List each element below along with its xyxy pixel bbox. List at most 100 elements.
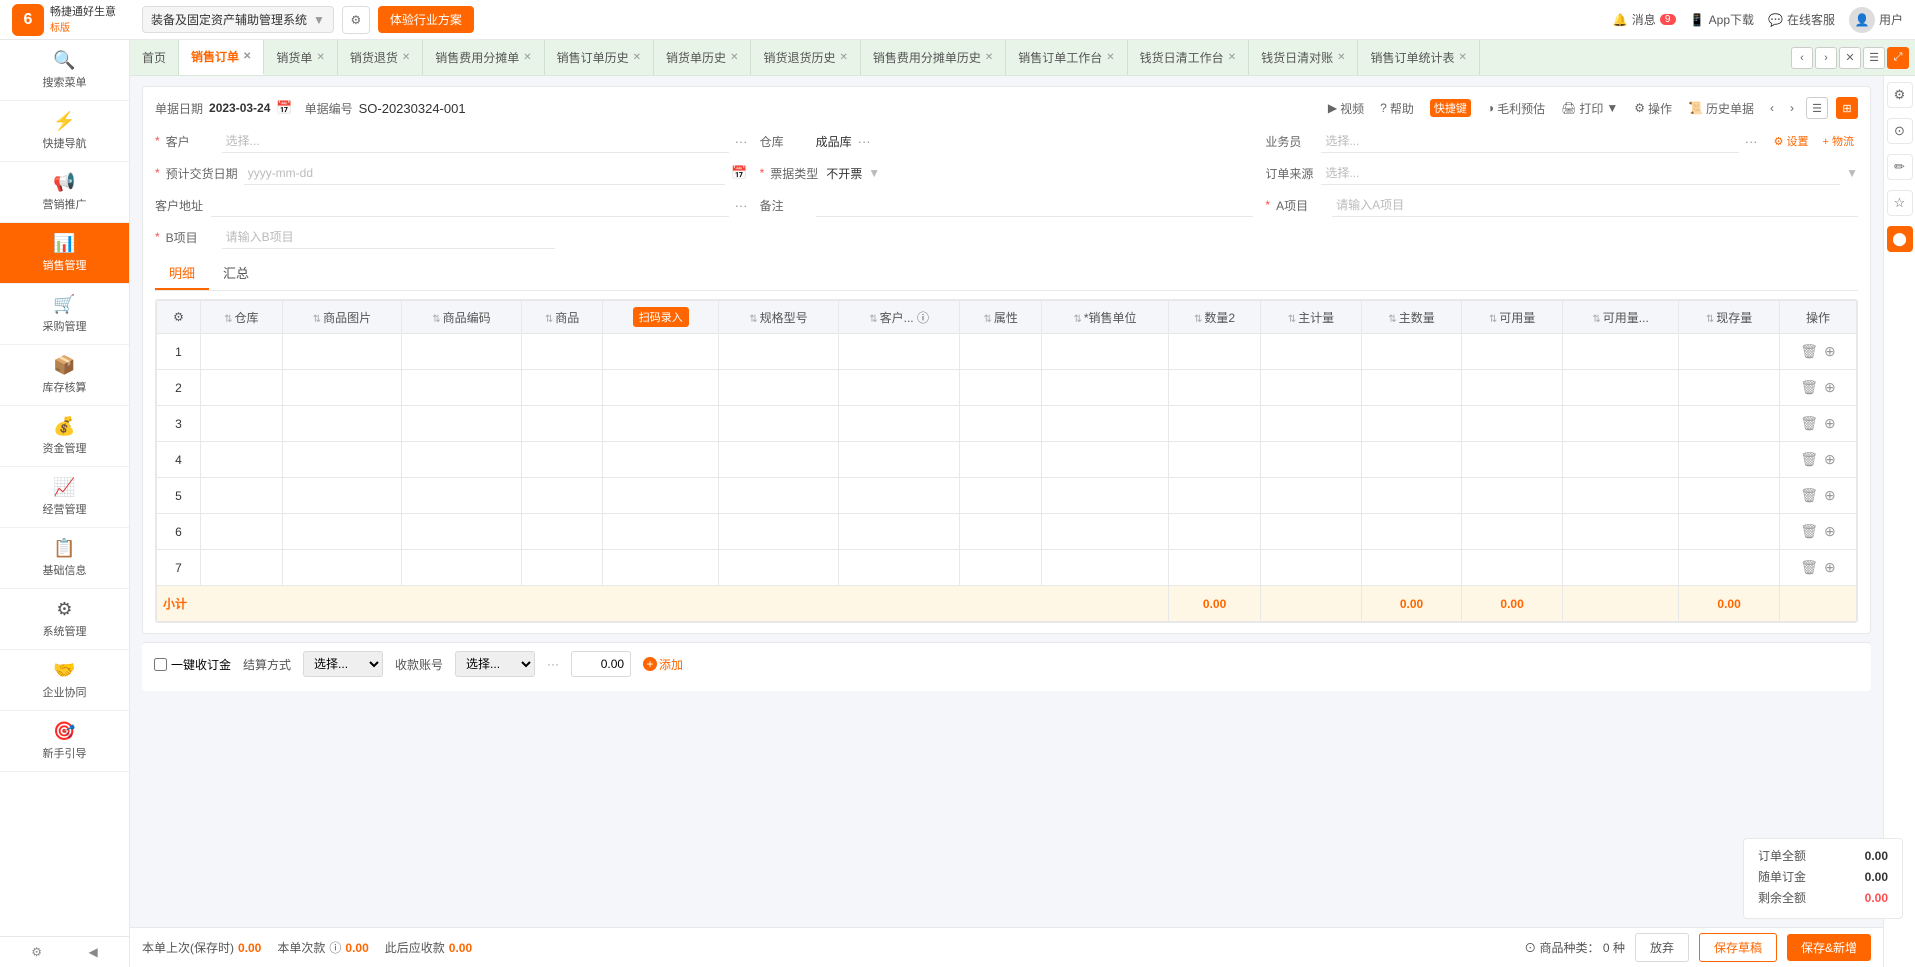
row-2-product[interactable] [521, 370, 603, 406]
sidebar-item-sales[interactable]: 📊 销售管理 [0, 223, 129, 284]
history-button[interactable]: 📜 历史单据 [1684, 98, 1758, 119]
sidebar-collapse-icon[interactable]: ◀ [89, 945, 98, 959]
tab-slip-history[interactable]: 销货单历史 ✕ [654, 40, 751, 75]
row-3-main-qty[interactable] [1361, 406, 1462, 442]
customer-input[interactable] [222, 129, 729, 153]
address-input[interactable] [211, 193, 729, 217]
row-1-code[interactable] [402, 334, 522, 370]
row-3-code[interactable] [402, 406, 522, 442]
tab-stats-close[interactable]: ✕ [1459, 52, 1467, 63]
tab-expense-history-close[interactable]: ✕ [985, 52, 993, 63]
tab-return-close[interactable]: ✕ [402, 52, 410, 63]
row-3-attr[interactable] [960, 406, 1042, 442]
row-5-copy-icon[interactable]: ⊕ [1824, 487, 1836, 504]
scan-button[interactable]: 扫码录入 [633, 307, 689, 327]
row-1-qty2[interactable] [1169, 334, 1261, 370]
tab-more-button[interactable]: ✕ [1839, 47, 1861, 69]
row-2-main-unit[interactable] [1261, 370, 1362, 406]
row-1-product[interactable] [521, 334, 603, 370]
discard-button[interactable]: 放弃 [1635, 933, 1689, 962]
address-ellipsis[interactable]: ··· [735, 198, 748, 213]
tab-detail[interactable]: 明细 [155, 257, 209, 290]
tab-daily-workbench-close[interactable]: ✕ [1228, 52, 1236, 63]
tab-prev-button[interactable]: ‹ [1791, 47, 1813, 69]
salesperson-input[interactable] [1321, 129, 1738, 153]
tab-order-history[interactable]: 销售订单历史 ✕ [545, 40, 654, 75]
operation-button[interactable]: ⚙ 操作 [1630, 98, 1676, 119]
th-available[interactable]: 可用量 [1462, 301, 1563, 334]
rp-star-button[interactable]: ☆ [1887, 190, 1913, 216]
rp-circle-button[interactable]: ⊙ [1887, 118, 1913, 144]
nav-next-button[interactable]: › [1786, 99, 1798, 117]
tab-daily-reconcile[interactable]: 钱货日清对账 ✕ [1249, 40, 1358, 75]
row-6-delete-icon[interactable]: 🗑 [1800, 523, 1818, 540]
row-6-warehouse[interactable] [201, 514, 283, 550]
view-toggle-list[interactable]: ☰ [1806, 97, 1828, 119]
add-field-button[interactable]: + 物流 [1819, 131, 1858, 151]
tab-next-button[interactable]: › [1815, 47, 1837, 69]
app-download-button[interactable]: 📱 App下载 [1690, 11, 1754, 28]
notification-button[interactable]: 🔔 消息 9 [1613, 11, 1676, 28]
tab-return-history[interactable]: 销货退货历史 ✕ [751, 40, 860, 75]
row-7-delete-icon[interactable]: 🗑 [1800, 559, 1818, 576]
th-product-code[interactable]: 商品编码 [402, 301, 522, 334]
row-1-customer-code[interactable] [838, 334, 960, 370]
th-spec[interactable]: 规格型号 [719, 301, 839, 334]
sidebar-item-collab[interactable]: 🤝 企业协同 [0, 650, 129, 711]
tab-stats[interactable]: 销售订单统计表 ✕ [1358, 40, 1479, 75]
b-project-input[interactable] [222, 225, 555, 249]
row-2-main-qty[interactable] [1361, 370, 1462, 406]
row-5-warehouse[interactable] [201, 478, 283, 514]
tab-daily-reconcile-close[interactable]: ✕ [1337, 52, 1345, 63]
tab-expand-button[interactable]: ⤢ [1887, 47, 1909, 69]
shortcut-button[interactable]: 快捷键 [1426, 97, 1475, 119]
tab-order-history-close[interactable]: ✕ [633, 52, 641, 63]
delivery-date-input[interactable] [244, 161, 726, 185]
row-3-main-unit[interactable] [1261, 406, 1362, 442]
th-product[interactable]: 商品 [521, 301, 603, 334]
system-selector[interactable]: 装备及固定资产辅助管理系统 ▼ [142, 6, 334, 33]
delivery-calendar-icon[interactable]: 📅 [731, 165, 747, 181]
tab-expense-split[interactable]: 销售费用分摊单 ✕ [423, 40, 544, 75]
row-6-copy-icon[interactable]: ⊕ [1824, 523, 1836, 540]
row-1-spec[interactable] [719, 334, 839, 370]
th-unit[interactable]: *销售单位 [1042, 301, 1169, 334]
tab-expense-split-close[interactable]: ✕ [523, 52, 531, 63]
view-toggle-grid[interactable]: ⊞ [1836, 97, 1858, 119]
tab-order-workbench[interactable]: 销售订单工作台 ✕ [1006, 40, 1127, 75]
th-main-unit[interactable]: 主计量 [1261, 301, 1362, 334]
sidebar-item-nav[interactable]: ⚡ 快捷导航 [0, 101, 129, 162]
sidebar-item-search[interactable]: 🔍 搜索菜单 [0, 40, 129, 101]
row-7-copy-icon[interactable]: ⊕ [1824, 559, 1836, 576]
tab-daily-workbench[interactable]: 钱货日清工作台 ✕ [1128, 40, 1249, 75]
order-source-dropdown[interactable]: ▼ [1846, 166, 1858, 180]
nav-prev-button[interactable]: ‹ [1766, 99, 1778, 117]
row-3-product[interactable] [521, 406, 603, 442]
row-3-delete-icon[interactable]: 🗑 [1800, 415, 1818, 432]
user-menu[interactable]: 👤 用户 [1849, 7, 1903, 33]
industry-button[interactable]: 体验行业方案 [378, 6, 474, 33]
sidebar-item-operation[interactable]: 📈 经营管理 [0, 467, 129, 528]
row-4-warehouse[interactable] [201, 442, 283, 478]
row-2-delete-icon[interactable]: 🗑 [1800, 379, 1818, 396]
tab-sales-slip[interactable]: 销货单 ✕ [264, 40, 337, 75]
row-4-copy-icon[interactable]: ⊕ [1824, 451, 1836, 468]
row-2-warehouse[interactable] [201, 370, 283, 406]
row-3-unit[interactable] [1042, 406, 1169, 442]
online-service-button[interactable]: 💬 在线客服 [1768, 11, 1835, 28]
row-2-attr[interactable] [960, 370, 1042, 406]
sidebar-item-system[interactable]: ⚙ 系统管理 [0, 589, 129, 650]
row-1-main-qty[interactable] [1361, 334, 1462, 370]
rp-settings-button[interactable]: ⚙ [1887, 82, 1913, 108]
invoice-dropdown[interactable]: ▼ [868, 166, 880, 180]
sidebar-item-guide[interactable]: 🎯 新手引导 [0, 711, 129, 772]
view-video-button[interactable]: ▶ 视频 [1324, 98, 1368, 119]
save-new-button[interactable]: 保存&新增 [1787, 934, 1871, 961]
row-1-unit[interactable] [1042, 334, 1169, 370]
row-1-attr[interactable] [960, 334, 1042, 370]
sidebar-item-inventory[interactable]: 📦 库存核算 [0, 345, 129, 406]
tab-sales-order[interactable]: 销售订单 ✕ [179, 40, 264, 75]
sidebar-settings-icon[interactable]: ⚙ [31, 945, 42, 959]
salesperson-ellipsis[interactable]: ··· [1745, 134, 1758, 149]
row-2-spec[interactable] [719, 370, 839, 406]
